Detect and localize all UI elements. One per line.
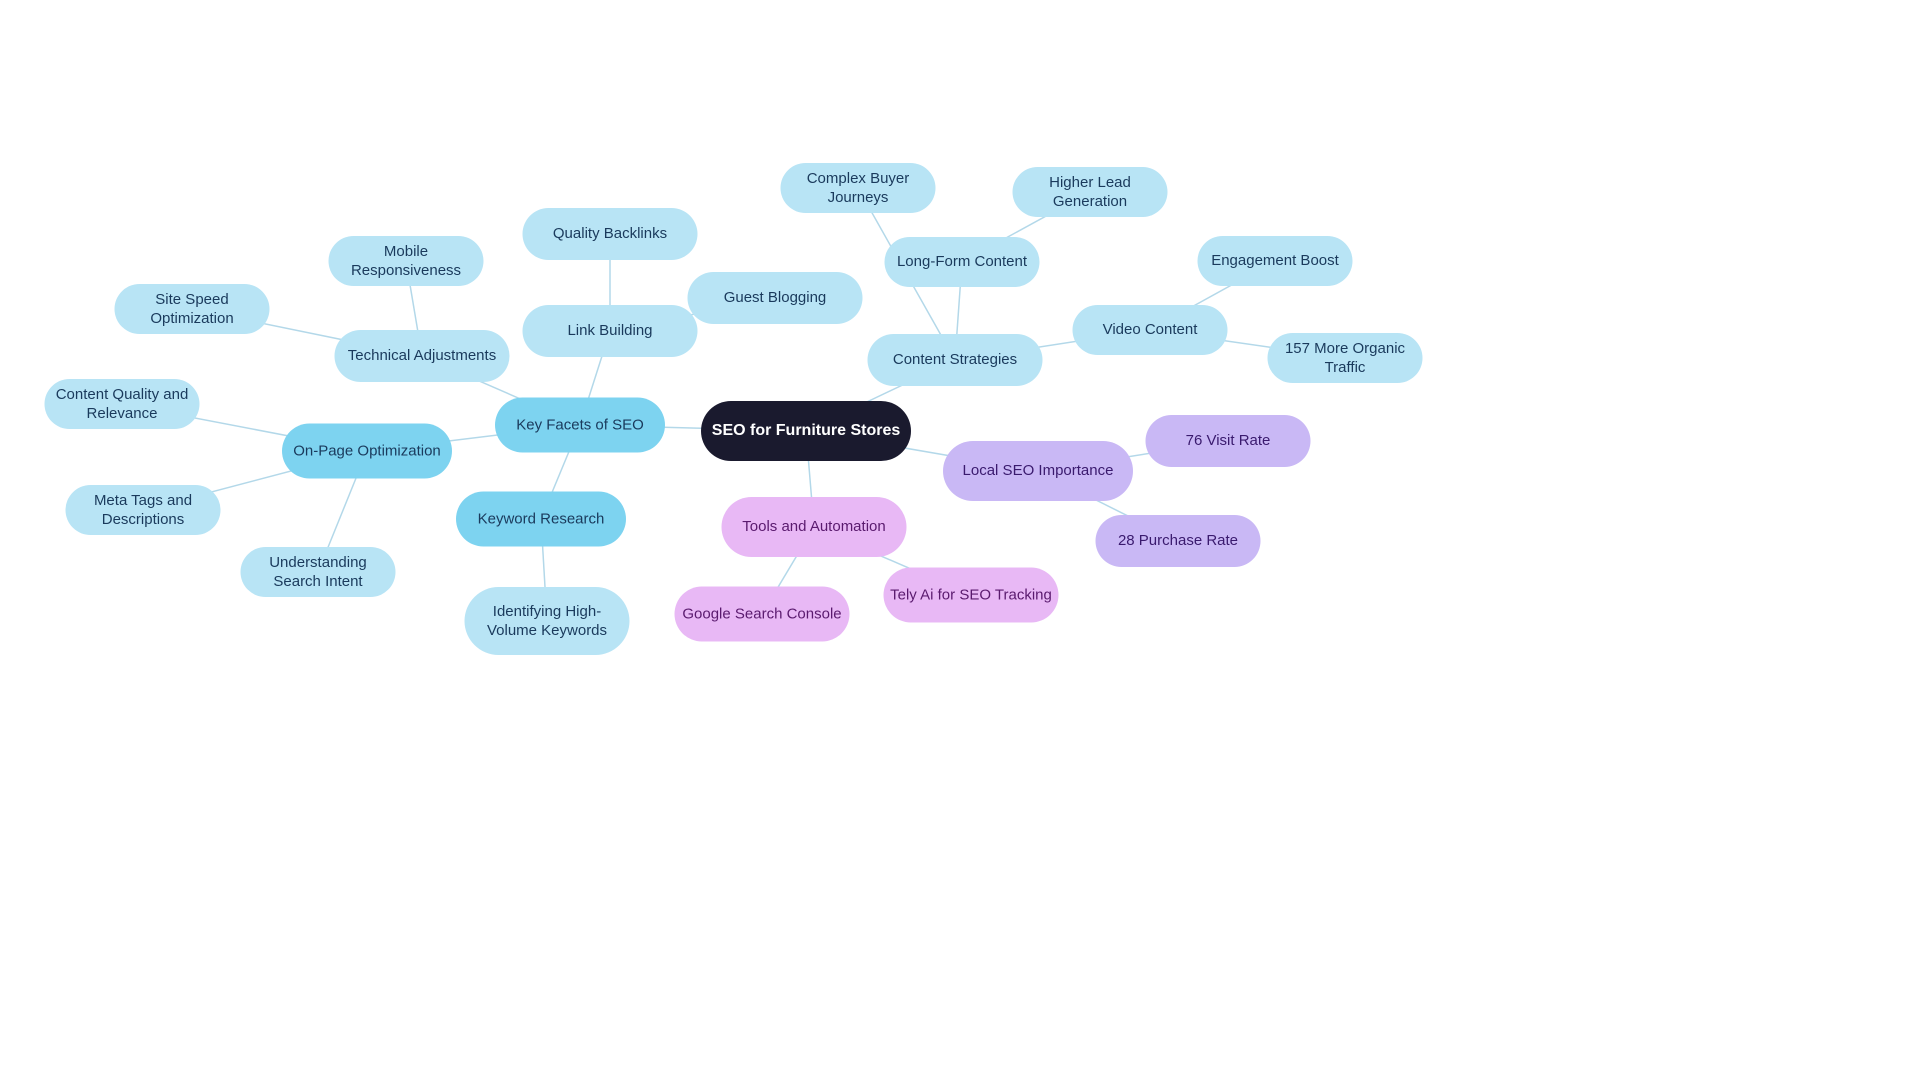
node-central[interactable]: SEO for Furniture Stores — [701, 401, 911, 461]
node-quality_backlinks[interactable]: Quality Backlinks — [523, 208, 698, 260]
node-label-mobile: Mobile Responsiveness — [329, 242, 484, 281]
node-label-understanding: Understanding Search Intent — [241, 553, 396, 592]
node-understanding[interactable]: Understanding Search Intent — [241, 547, 396, 597]
node-site_speed[interactable]: Site Speed Optimization — [115, 284, 270, 334]
node-label-tely_ai: Tely Ai for SEO Tracking — [886, 585, 1056, 605]
node-label-identifying: Identifying High-Volume Keywords — [465, 602, 630, 641]
node-label-meta_tags: Meta Tags and Descriptions — [66, 491, 221, 530]
node-label-tools_automation: Tools and Automation — [738, 517, 889, 537]
node-label-key_facets: Key Facets of SEO — [512, 415, 648, 435]
node-mobile[interactable]: Mobile Responsiveness — [329, 236, 484, 286]
node-tely_ai[interactable]: Tely Ai for SEO Tracking — [884, 568, 1059, 623]
node-google_search_console[interactable]: Google Search Console — [675, 587, 850, 642]
node-label-keyword_research: Keyword Research — [474, 509, 609, 529]
node-local_seo[interactable]: Local SEO Importance — [943, 441, 1133, 501]
node-label-higher_lead: Higher Lead Generation — [1013, 173, 1168, 212]
node-label-content_strategies: Content Strategies — [889, 350, 1021, 370]
node-technical[interactable]: Technical Adjustments — [335, 330, 510, 382]
node-tools_automation[interactable]: Tools and Automation — [722, 497, 907, 557]
node-video_content[interactable]: Video Content — [1073, 305, 1228, 355]
node-long_form[interactable]: Long-Form Content — [885, 237, 1040, 287]
mindmap-container: SEO for Furniture Stores Key Facets of SE… — [0, 0, 1920, 1083]
node-label-visit_rate: 76 Visit Rate — [1182, 431, 1275, 451]
node-guest_blogging[interactable]: Guest Blogging — [688, 272, 863, 324]
node-key_facets[interactable]: Key Facets of SEO — [495, 398, 665, 453]
connections-svg — [0, 0, 1920, 1083]
node-content_strategies[interactable]: Content Strategies — [868, 334, 1043, 386]
node-purchase_rate[interactable]: 28 Purchase Rate — [1096, 515, 1261, 567]
node-label-long_form: Long-Form Content — [893, 252, 1031, 272]
node-engagement_boost[interactable]: Engagement Boost — [1198, 236, 1353, 286]
node-label-guest_blogging: Guest Blogging — [720, 288, 831, 308]
node-keyword_research[interactable]: Keyword Research — [456, 492, 626, 547]
node-identifying[interactable]: Identifying High-Volume Keywords — [465, 587, 630, 655]
node-label-local_seo: Local SEO Importance — [959, 461, 1118, 481]
node-label-google_search_console: Google Search Console — [678, 604, 845, 624]
node-label-on_page: On-Page Optimization — [289, 441, 445, 461]
node-label-technical: Technical Adjustments — [344, 346, 500, 366]
node-on_page[interactable]: On-Page Optimization — [282, 424, 452, 479]
node-label-more_organic: 157 More Organic Traffic — [1268, 339, 1423, 378]
node-visit_rate[interactable]: 76 Visit Rate — [1146, 415, 1311, 467]
node-label-link_building: Link Building — [563, 321, 656, 341]
node-label-engagement_boost: Engagement Boost — [1207, 251, 1343, 271]
node-higher_lead[interactable]: Higher Lead Generation — [1013, 167, 1168, 217]
node-label-content_quality: Content Quality and Relevance — [45, 385, 200, 424]
node-more_organic[interactable]: 157 More Organic Traffic — [1268, 333, 1423, 383]
node-label-site_speed: Site Speed Optimization — [115, 290, 270, 329]
node-label-central: SEO for Furniture Stores — [708, 421, 904, 442]
node-label-purchase_rate: 28 Purchase Rate — [1114, 531, 1242, 551]
node-meta_tags[interactable]: Meta Tags and Descriptions — [66, 485, 221, 535]
node-label-quality_backlinks: Quality Backlinks — [549, 224, 671, 244]
node-link_building[interactable]: Link Building — [523, 305, 698, 357]
node-content_quality[interactable]: Content Quality and Relevance — [45, 379, 200, 429]
node-label-video_content: Video Content — [1099, 320, 1202, 340]
node-label-complex_buyer: Complex Buyer Journeys — [781, 169, 936, 208]
node-complex_buyer[interactable]: Complex Buyer Journeys — [781, 163, 936, 213]
